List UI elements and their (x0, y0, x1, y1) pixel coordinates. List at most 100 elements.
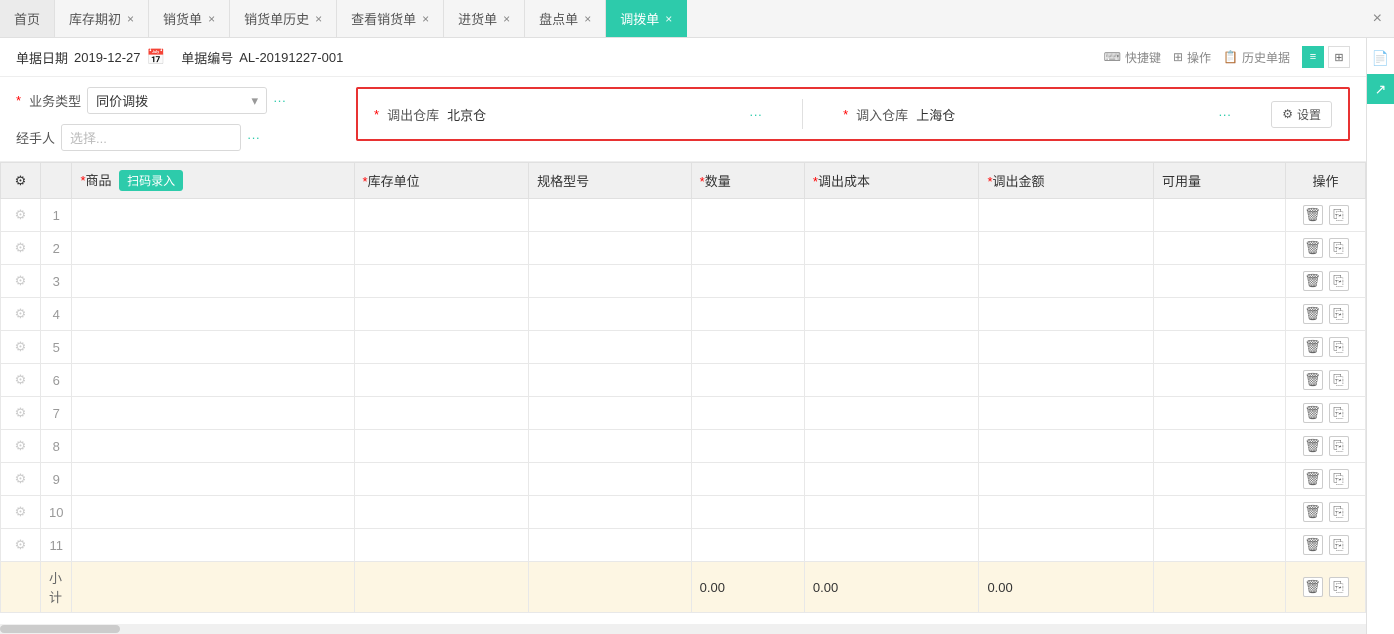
delete-btn[interactable]: 🗑 (1303, 238, 1323, 258)
row-cost[interactable] (804, 298, 979, 331)
tab-sales-history-close[interactable]: × (315, 12, 322, 26)
row-unit[interactable] (354, 364, 529, 397)
ops-btn[interactable]: ⊞ 操作 (1173, 49, 1211, 66)
row-amount[interactable] (979, 397, 1154, 430)
copy-btn[interactable]: ⎘ (1329, 304, 1349, 324)
row-spec[interactable] (529, 463, 692, 496)
row-spec[interactable] (529, 199, 692, 232)
row-unit[interactable] (354, 199, 529, 232)
business-type-select[interactable]: 同价调拨 ▾ (87, 87, 267, 114)
summary-delete-btn[interactable]: 🗑 (1303, 577, 1323, 597)
row-quantity[interactable] (691, 331, 804, 364)
row-unit[interactable] (354, 232, 529, 265)
row-available[interactable] (1153, 265, 1285, 298)
scrollbar-thumb[interactable] (0, 625, 120, 633)
delete-btn[interactable]: 🗑 (1303, 370, 1323, 390)
tab-stock-init[interactable]: 库存期初 × (55, 0, 149, 37)
row-spec[interactable] (529, 397, 692, 430)
tab-transfer-close[interactable]: × (665, 12, 672, 26)
row-spec[interactable] (529, 496, 692, 529)
tab-view-sales-close[interactable]: × (422, 12, 429, 26)
delete-btn[interactable]: 🗑 (1303, 403, 1323, 423)
row-amount[interactable] (979, 364, 1154, 397)
row-available[interactable] (1153, 529, 1285, 562)
row-product[interactable] (72, 463, 354, 496)
scan-button[interactable]: 扫码录入 (119, 170, 183, 191)
delete-btn[interactable]: 🗑 (1303, 436, 1323, 456)
delete-btn[interactable]: 🗑 (1303, 469, 1323, 489)
row-cost[interactable] (804, 364, 979, 397)
row-spec[interactable] (529, 364, 692, 397)
handler-ellipsis[interactable]: ··· (247, 130, 260, 145)
copy-btn[interactable]: ⎘ (1329, 502, 1349, 522)
copy-btn[interactable]: ⎘ (1329, 238, 1349, 258)
row-cost[interactable] (804, 331, 979, 364)
row-spec[interactable] (529, 265, 692, 298)
view-grid-icon[interactable]: ⊞ (1328, 46, 1350, 68)
row-amount[interactable] (979, 463, 1154, 496)
row-amount[interactable] (979, 331, 1154, 364)
delete-btn[interactable]: 🗑 (1303, 502, 1323, 522)
row-quantity[interactable] (691, 232, 804, 265)
copy-btn[interactable]: ⎘ (1329, 205, 1349, 225)
row-unit[interactable] (354, 331, 529, 364)
date-value[interactable]: 2019-12-27 (74, 50, 141, 65)
row-available[interactable] (1153, 331, 1285, 364)
sidebar-export-btn[interactable]: ↗ (1367, 74, 1394, 104)
sidebar-doc-btn[interactable]: 📄 (1369, 46, 1393, 70)
row-product[interactable] (72, 232, 354, 265)
copy-btn[interactable]: ⎘ (1329, 370, 1349, 390)
row-quantity[interactable] (691, 364, 804, 397)
row-quantity[interactable] (691, 199, 804, 232)
row-spec[interactable] (529, 430, 692, 463)
row-amount[interactable] (979, 496, 1154, 529)
tab-stock-init-close[interactable]: × (127, 12, 134, 26)
row-product[interactable] (72, 298, 354, 331)
tab-home[interactable]: 首页 (0, 0, 55, 37)
row-amount[interactable] (979, 430, 1154, 463)
row-available[interactable] (1153, 463, 1285, 496)
tab-sales-order-close[interactable]: × (208, 12, 215, 26)
row-spec[interactable] (529, 529, 692, 562)
row-product[interactable] (72, 199, 354, 232)
row-cost[interactable] (804, 397, 979, 430)
tab-sales-history[interactable]: 销货单历史 × (230, 0, 337, 37)
warehouse-out-ellipsis[interactable]: ··· (749, 107, 762, 122)
row-quantity[interactable] (691, 265, 804, 298)
handler-select[interactable]: 选择... (61, 124, 241, 151)
row-cost[interactable] (804, 232, 979, 265)
row-product[interactable] (72, 496, 354, 529)
summary-copy-btn[interactable]: ⎘ (1329, 577, 1349, 597)
copy-btn[interactable]: ⎘ (1329, 271, 1349, 291)
row-available[interactable] (1153, 430, 1285, 463)
settings-button[interactable]: ⚙ 设置 (1271, 101, 1332, 128)
tab-purchase-order[interactable]: 进货单 × (444, 0, 525, 37)
copy-btn[interactable]: ⎘ (1329, 469, 1349, 489)
shortcut-btn[interactable]: ⌨ 快捷键 (1104, 49, 1161, 66)
row-available[interactable] (1153, 397, 1285, 430)
tab-sales-order[interactable]: 销货单 × (149, 0, 230, 37)
row-quantity[interactable] (691, 430, 804, 463)
scrollbar[interactable] (0, 624, 1366, 634)
delete-btn[interactable]: 🗑 (1303, 337, 1323, 357)
row-spec[interactable] (529, 232, 692, 265)
row-cost[interactable] (804, 199, 979, 232)
delete-btn[interactable]: 🗑 (1303, 535, 1323, 555)
history-btn[interactable]: 📋 历史单据 (1223, 49, 1290, 66)
row-cost[interactable] (804, 265, 979, 298)
copy-btn[interactable]: ⎘ (1329, 403, 1349, 423)
row-unit[interactable] (354, 265, 529, 298)
row-quantity[interactable] (691, 397, 804, 430)
row-cost[interactable] (804, 430, 979, 463)
tab-bar-close[interactable]: × (1361, 0, 1394, 37)
row-amount[interactable] (979, 265, 1154, 298)
delete-btn[interactable]: 🗑 (1303, 304, 1323, 324)
row-available[interactable] (1153, 232, 1285, 265)
row-unit[interactable] (354, 397, 529, 430)
row-quantity[interactable] (691, 463, 804, 496)
gear-header[interactable]: ⚙ (1, 163, 41, 199)
copy-btn[interactable]: ⎘ (1329, 337, 1349, 357)
row-available[interactable] (1153, 199, 1285, 232)
tab-stocktake[interactable]: 盘点单 × (525, 0, 606, 37)
row-available[interactable] (1153, 364, 1285, 397)
